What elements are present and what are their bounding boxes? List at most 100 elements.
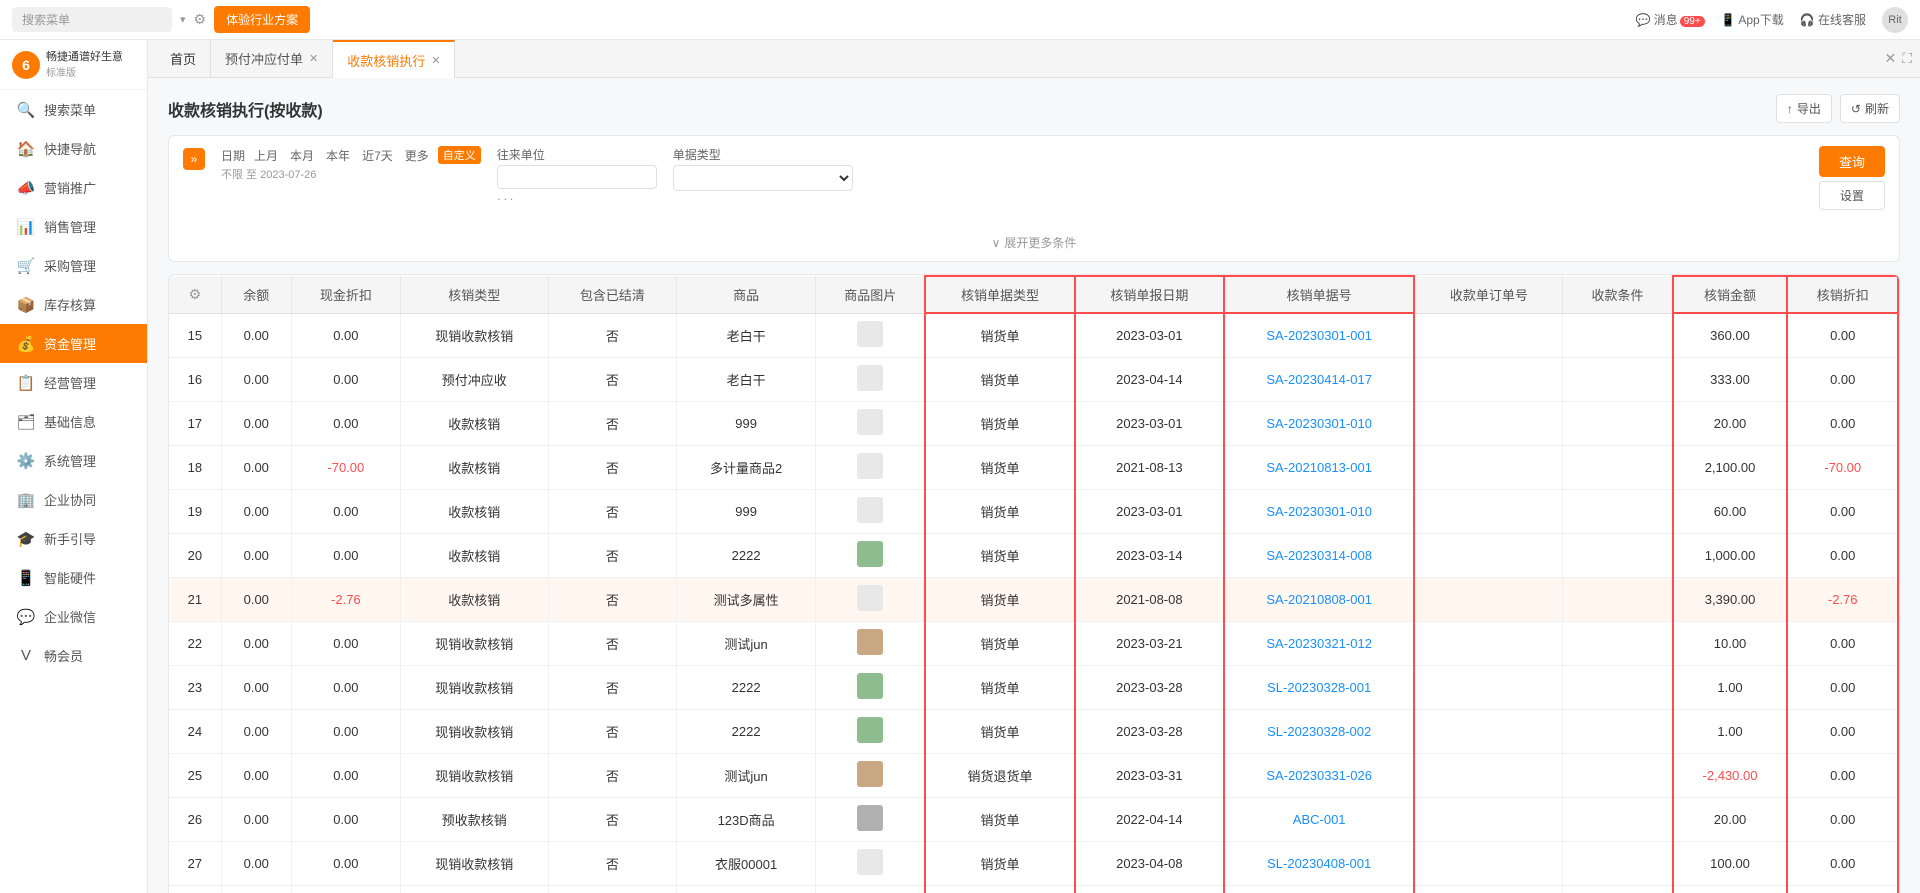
filter-this-year[interactable]: 本年	[323, 147, 353, 164]
col-cancel-type-header: 核销类型	[400, 276, 548, 313]
balance: 0.00	[221, 621, 291, 665]
cancel-bill-no[interactable]: SA-20230331-026	[1224, 753, 1414, 797]
filter-last-month[interactable]: 上月	[251, 147, 281, 164]
cash-discount: 0.00	[291, 489, 400, 533]
sidebar-item-inventory[interactable]: 📦 库存核算	[0, 285, 147, 324]
sidebar-item-search[interactable]: 🔍 搜索菜单	[0, 90, 147, 129]
sidebar-item-wechat[interactable]: 💬 企业微信	[0, 597, 147, 636]
cancel-bill-no[interactable]: ABC-001	[1224, 797, 1414, 841]
filter-custom-btn[interactable]: 自定义	[438, 146, 481, 164]
tab-close-all-icon[interactable]: ✕	[1884, 50, 1896, 67]
cancel-bill-no-link[interactable]: SA-20210808-001	[1266, 592, 1372, 607]
sidebar-label-sales: 销售管理	[44, 217, 96, 236]
cancel-bill-no[interactable]: SA-20230301-010	[1224, 401, 1414, 445]
dropdown-arrow-icon[interactable]: ▾	[180, 13, 186, 26]
column-settings-icon[interactable]: ⚙	[189, 286, 202, 302]
settings-button[interactable]: 设置	[1819, 181, 1885, 210]
sidebar-item-hardware[interactable]: 📱 智能硬件	[0, 558, 147, 597]
cancel-bill-no[interactable]: SA-20230301-010	[1224, 489, 1414, 533]
export-button[interactable]: ↑ 导出	[1776, 94, 1832, 123]
sidebar-item-enterprise[interactable]: 🏢 企业协同	[0, 480, 147, 519]
cancel-bill-no-link[interactable]: SA-20230314-008	[1266, 548, 1372, 563]
search-box[interactable]: 搜索菜单	[12, 7, 172, 32]
app-download-btn[interactable]: 📱 App下载	[1721, 11, 1784, 28]
cancel-bill-no-link[interactable]: SA-20230301-010	[1266, 504, 1372, 519]
query-button[interactable]: 查询	[1819, 146, 1885, 177]
filter-date-range: 不限 至 2023-07-26	[221, 166, 316, 182]
cancel-bill-no-link[interactable]: SL-20230328-001	[1267, 680, 1371, 695]
tab-home[interactable]: 首页	[156, 40, 211, 78]
cancel-bill-no[interactable]: SA-20210813-001	[1224, 445, 1414, 489]
cancel-bill-no-link[interactable]: SL-20230328-002	[1267, 724, 1371, 739]
cancel-amount: 100.00	[1673, 885, 1788, 893]
cancel-bill-no[interactable]: SL-20230408-001	[1224, 841, 1414, 885]
cancel-bill-no-link[interactable]: SA-20230331-026	[1266, 768, 1372, 783]
goods: 2222	[677, 665, 816, 709]
cancel-bill-no-link[interactable]: SA-20210813-001	[1266, 460, 1372, 475]
cancel-bill-no-link[interactable]: SA-20230301-010	[1266, 416, 1372, 431]
cancel-bill-no-link[interactable]: SA-20230301-001	[1266, 328, 1372, 343]
tab-prepay-close-icon[interactable]: ✕	[309, 52, 318, 65]
sidebar-item-sales[interactable]: 📊 销售管理	[0, 207, 147, 246]
cancel-bill-no[interactable]: SA-20210808-001	[1224, 577, 1414, 621]
sidebar-label-finance: 资金管理	[44, 334, 96, 353]
sidebar-item-purchase[interactable]: 🛒 采购管理	[0, 246, 147, 285]
tab-prepay[interactable]: 预付冲应付单 ✕	[211, 40, 333, 78]
tab-receipt[interactable]: 收款核销执行 ✕	[333, 40, 455, 78]
partner-input[interactable]	[497, 165, 657, 189]
sidebar-item-shortcut[interactable]: 🏠 快捷导航	[0, 129, 147, 168]
sidebar-item-basic[interactable]: 🗂 基础信息	[0, 402, 147, 441]
partner-more-icon[interactable]: ···	[497, 191, 516, 206]
cancel-bill-no-link[interactable]: SA-20230321-012	[1266, 636, 1372, 651]
sidebar-item-guide[interactable]: 🎓 新手引导	[0, 519, 147, 558]
settings-icon[interactable]: ⚙	[194, 11, 207, 28]
row-num: 20	[169, 533, 221, 577]
cancel-bill-no-link[interactable]: SA-20230414-017	[1266, 372, 1372, 387]
sidebar-item-operations[interactable]: 📋 经营管理	[0, 363, 147, 402]
row-num: 23	[169, 665, 221, 709]
avatar[interactable]: Rit	[1882, 7, 1908, 33]
cancel-bill-type: 销货单	[925, 489, 1074, 533]
filter-more[interactable]: 更多	[402, 147, 432, 164]
messages-btn[interactable]: 💬 消息99+	[1635, 11, 1704, 28]
balance: 0.00	[221, 841, 291, 885]
cancel-bill-no[interactable]: SL-20230328-001	[1224, 665, 1414, 709]
cancel-bill-no[interactable]: SL-20230328-002	[1224, 709, 1414, 753]
page-content: 收款核销执行(按收款) ↑ 导出 ↺ 刷新 »	[148, 78, 1920, 893]
bill-type-select[interactable]	[673, 165, 853, 191]
tab-home-label: 首页	[170, 49, 196, 68]
goods-img-cell	[816, 665, 926, 709]
page-actions: ↑ 导出 ↺ 刷新	[1776, 94, 1900, 123]
sidebar-item-finance[interactable]: 💰 资金管理	[0, 324, 147, 363]
cancel-bill-no[interactable]: SA-20230314-008	[1224, 533, 1414, 577]
cancel-discount: 0.00	[1787, 709, 1898, 753]
cancel-bill-no[interactable]: SL-20230418-001	[1224, 885, 1414, 893]
cancel-type: 现销收款核销	[400, 753, 548, 797]
trial-button[interactable]: 体验行业方案	[214, 6, 310, 33]
include-settled: 否	[548, 841, 676, 885]
filter-this-month[interactable]: 本月	[287, 147, 317, 164]
col-settings-header[interactable]: ⚙	[169, 276, 221, 313]
cancel-bill-no-link[interactable]: ABC-001	[1293, 812, 1346, 827]
refresh-button[interactable]: ↺ 刷新	[1840, 94, 1900, 123]
sidebar-label-operations: 经营管理	[44, 373, 96, 392]
tab-expand-icon[interactable]: ⛶	[1902, 50, 1912, 67]
online-service-btn[interactable]: 🎧 在线客服	[1800, 11, 1866, 28]
cancel-bill-date: 2023-03-14	[1075, 533, 1224, 577]
cancel-bill-date: 2023-03-01	[1075, 401, 1224, 445]
filter-7days[interactable]: 近7天	[359, 147, 396, 164]
cancel-bill-no[interactable]: SA-20230321-012	[1224, 621, 1414, 665]
tab-bar: 首页 预付冲应付单 ✕ 收款核销执行 ✕ ✕ ⛶	[148, 40, 1920, 78]
cancel-bill-no[interactable]: SA-20230301-001	[1224, 313, 1414, 357]
filter-expand-button[interactable]: »	[183, 148, 205, 170]
marketing-icon: 📣	[16, 179, 36, 197]
cancel-bill-no[interactable]: SA-20230414-017	[1224, 357, 1414, 401]
cancel-bill-date: 2023-03-28	[1075, 665, 1224, 709]
sidebar-item-member[interactable]: V 畅会员	[0, 636, 147, 675]
sidebar-item-marketing[interactable]: 📣 营销推广	[0, 168, 147, 207]
receipt-condition	[1563, 753, 1673, 797]
sidebar-item-system[interactable]: ⚙️ 系统管理	[0, 441, 147, 480]
tab-receipt-close-icon[interactable]: ✕	[431, 54, 440, 67]
expand-more-btn[interactable]: ∨ 展开更多条件	[992, 234, 1077, 251]
cancel-bill-no-link[interactable]: SL-20230408-001	[1267, 856, 1371, 871]
